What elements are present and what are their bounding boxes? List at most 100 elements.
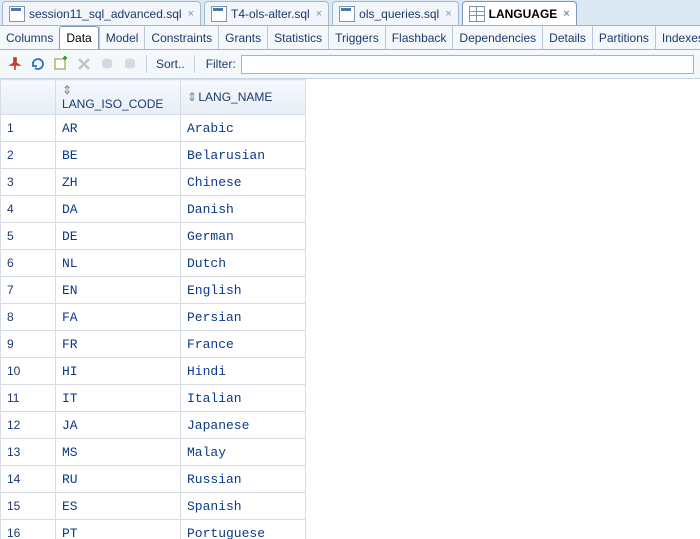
cell-lang-iso-code[interactable]: AR	[56, 115, 181, 142]
close-icon[interactable]: ×	[445, 8, 451, 20]
cell-lang-name[interactable]: German	[181, 223, 306, 250]
column-header-label: LANG_NAME	[198, 90, 272, 104]
cell-lang-iso-code[interactable]: HI	[56, 358, 181, 385]
row-number-cell: 13	[1, 439, 56, 466]
cell-lang-name[interactable]: English	[181, 277, 306, 304]
table-row[interactable]: 1ARArabic	[1, 115, 306, 142]
data-grid-wrapper[interactable]: ⇕ LANG_ISO_CODE ⇕ LANG_NAME 1ARArabic2BE…	[0, 79, 700, 539]
file-tab[interactable]: T4-ols-alter.sql×	[204, 1, 329, 25]
sub-tab-flashback[interactable]: Flashback	[385, 26, 453, 49]
object-sub-tabs: ColumnsDataModelConstraintsGrantsStatist…	[0, 26, 700, 50]
table-row[interactable]: 10HIHindi	[1, 358, 306, 385]
row-number-cell: 8	[1, 304, 56, 331]
column-header-lang-iso-code[interactable]: ⇕ LANG_ISO_CODE	[56, 80, 181, 115]
file-tab[interactable]: session11_sql_advanced.sql×	[2, 1, 201, 25]
sub-tab-grants[interactable]: Grants	[218, 26, 267, 49]
cell-lang-iso-code[interactable]: DE	[56, 223, 181, 250]
table-row[interactable]: 15ESSpanish	[1, 493, 306, 520]
table-row[interactable]: 6NLDutch	[1, 250, 306, 277]
cell-lang-iso-code[interactable]: FR	[56, 331, 181, 358]
table-row[interactable]: 7ENEnglish	[1, 277, 306, 304]
table-row[interactable]: 9FRFrance	[1, 331, 306, 358]
row-number-cell: 1	[1, 115, 56, 142]
cell-lang-name[interactable]: Portuguese	[181, 520, 306, 539]
table-row[interactable]: 4DADanish	[1, 196, 306, 223]
cell-lang-name[interactable]: Malay	[181, 439, 306, 466]
cell-lang-iso-code[interactable]: JA	[56, 412, 181, 439]
sort-button[interactable]: Sort..	[154, 57, 187, 71]
cell-lang-iso-code[interactable]: PT	[56, 520, 181, 539]
cell-lang-name[interactable]: Belarusian	[181, 142, 306, 169]
sub-tab-triggers[interactable]: Triggers	[328, 26, 385, 49]
row-number-cell: 6	[1, 250, 56, 277]
cell-lang-iso-code[interactable]: ES	[56, 493, 181, 520]
table-row[interactable]: 8FAPersian	[1, 304, 306, 331]
cell-lang-name[interactable]: Danish	[181, 196, 306, 223]
sub-tab-partitions[interactable]: Partitions	[592, 26, 655, 49]
cell-lang-name[interactable]: Arabic	[181, 115, 306, 142]
cell-lang-name[interactable]: Spanish	[181, 493, 306, 520]
table-row[interactable]: 11ITItalian	[1, 385, 306, 412]
row-number-header[interactable]	[1, 80, 56, 115]
row-number-cell: 7	[1, 277, 56, 304]
cell-lang-iso-code[interactable]: RU	[56, 466, 181, 493]
sub-tab-statistics[interactable]: Statistics	[267, 26, 328, 49]
rollback-icon[interactable]	[121, 55, 139, 73]
cell-lang-name[interactable]: Japanese	[181, 412, 306, 439]
row-number-cell: 15	[1, 493, 56, 520]
sub-tab-dependencies[interactable]: Dependencies	[452, 26, 542, 49]
file-tab-label: ols_queries.sql	[359, 7, 439, 21]
cell-lang-name[interactable]: Dutch	[181, 250, 306, 277]
cell-lang-iso-code[interactable]: ZH	[56, 169, 181, 196]
data-toolbar: Sort.. Filter:	[0, 50, 700, 79]
cell-lang-name[interactable]: Italian	[181, 385, 306, 412]
filter-input[interactable]	[241, 55, 694, 74]
delete-row-icon[interactable]	[75, 55, 93, 73]
cell-lang-name[interactable]: France	[181, 331, 306, 358]
column-header-label: LANG_ISO_CODE	[62, 97, 163, 111]
refresh-icon[interactable]	[29, 55, 47, 73]
file-tab-bar: session11_sql_advanced.sql×T4-ols-alter.…	[0, 0, 700, 26]
add-row-icon[interactable]	[52, 55, 70, 73]
sub-tab-model[interactable]: Model	[99, 26, 145, 49]
column-header-lang-name[interactable]: ⇕ LANG_NAME	[181, 80, 306, 115]
cell-lang-name[interactable]: Russian	[181, 466, 306, 493]
sub-tab-constraints[interactable]: Constraints	[144, 26, 218, 49]
table-row[interactable]: 3ZHChinese	[1, 169, 306, 196]
table-row[interactable]: 16PTPortuguese	[1, 520, 306, 539]
sub-tab-details[interactable]: Details	[542, 26, 592, 49]
table-row[interactable]: 12JAJapanese	[1, 412, 306, 439]
commit-icon[interactable]	[98, 55, 116, 73]
sql-file-icon	[339, 6, 355, 22]
sql-file-icon	[211, 6, 227, 22]
row-number-cell: 16	[1, 520, 56, 539]
cell-lang-iso-code[interactable]: EN	[56, 277, 181, 304]
table-row[interactable]: 14RURussian	[1, 466, 306, 493]
cell-lang-iso-code[interactable]: DA	[56, 196, 181, 223]
close-icon[interactable]: ×	[188, 8, 194, 20]
row-number-cell: 14	[1, 466, 56, 493]
file-tab-label: LANGUAGE	[489, 7, 558, 21]
row-number-cell: 5	[1, 223, 56, 250]
sub-tab-indexes[interactable]: Indexes	[655, 26, 700, 49]
close-icon[interactable]: ×	[563, 8, 569, 20]
cell-lang-iso-code[interactable]: BE	[56, 142, 181, 169]
table-row[interactable]: 2BEBelarusian	[1, 142, 306, 169]
cell-lang-iso-code[interactable]: FA	[56, 304, 181, 331]
row-number-cell: 3	[1, 169, 56, 196]
cell-lang-iso-code[interactable]: NL	[56, 250, 181, 277]
table-row[interactable]: 13MSMalay	[1, 439, 306, 466]
cell-lang-name[interactable]: Chinese	[181, 169, 306, 196]
sub-tab-columns[interactable]: Columns	[0, 26, 59, 49]
cell-lang-iso-code[interactable]: IT	[56, 385, 181, 412]
row-number-cell: 2	[1, 142, 56, 169]
sub-tab-data[interactable]: Data	[59, 26, 98, 50]
close-icon[interactable]: ×	[316, 8, 322, 20]
table-row[interactable]: 5DEGerman	[1, 223, 306, 250]
pin-icon[interactable]	[6, 55, 24, 73]
file-tab[interactable]: LANGUAGE ×	[462, 1, 577, 25]
cell-lang-name[interactable]: Persian	[181, 304, 306, 331]
cell-lang-name[interactable]: Hindi	[181, 358, 306, 385]
file-tab[interactable]: ols_queries.sql ×	[332, 1, 458, 25]
cell-lang-iso-code[interactable]: MS	[56, 439, 181, 466]
